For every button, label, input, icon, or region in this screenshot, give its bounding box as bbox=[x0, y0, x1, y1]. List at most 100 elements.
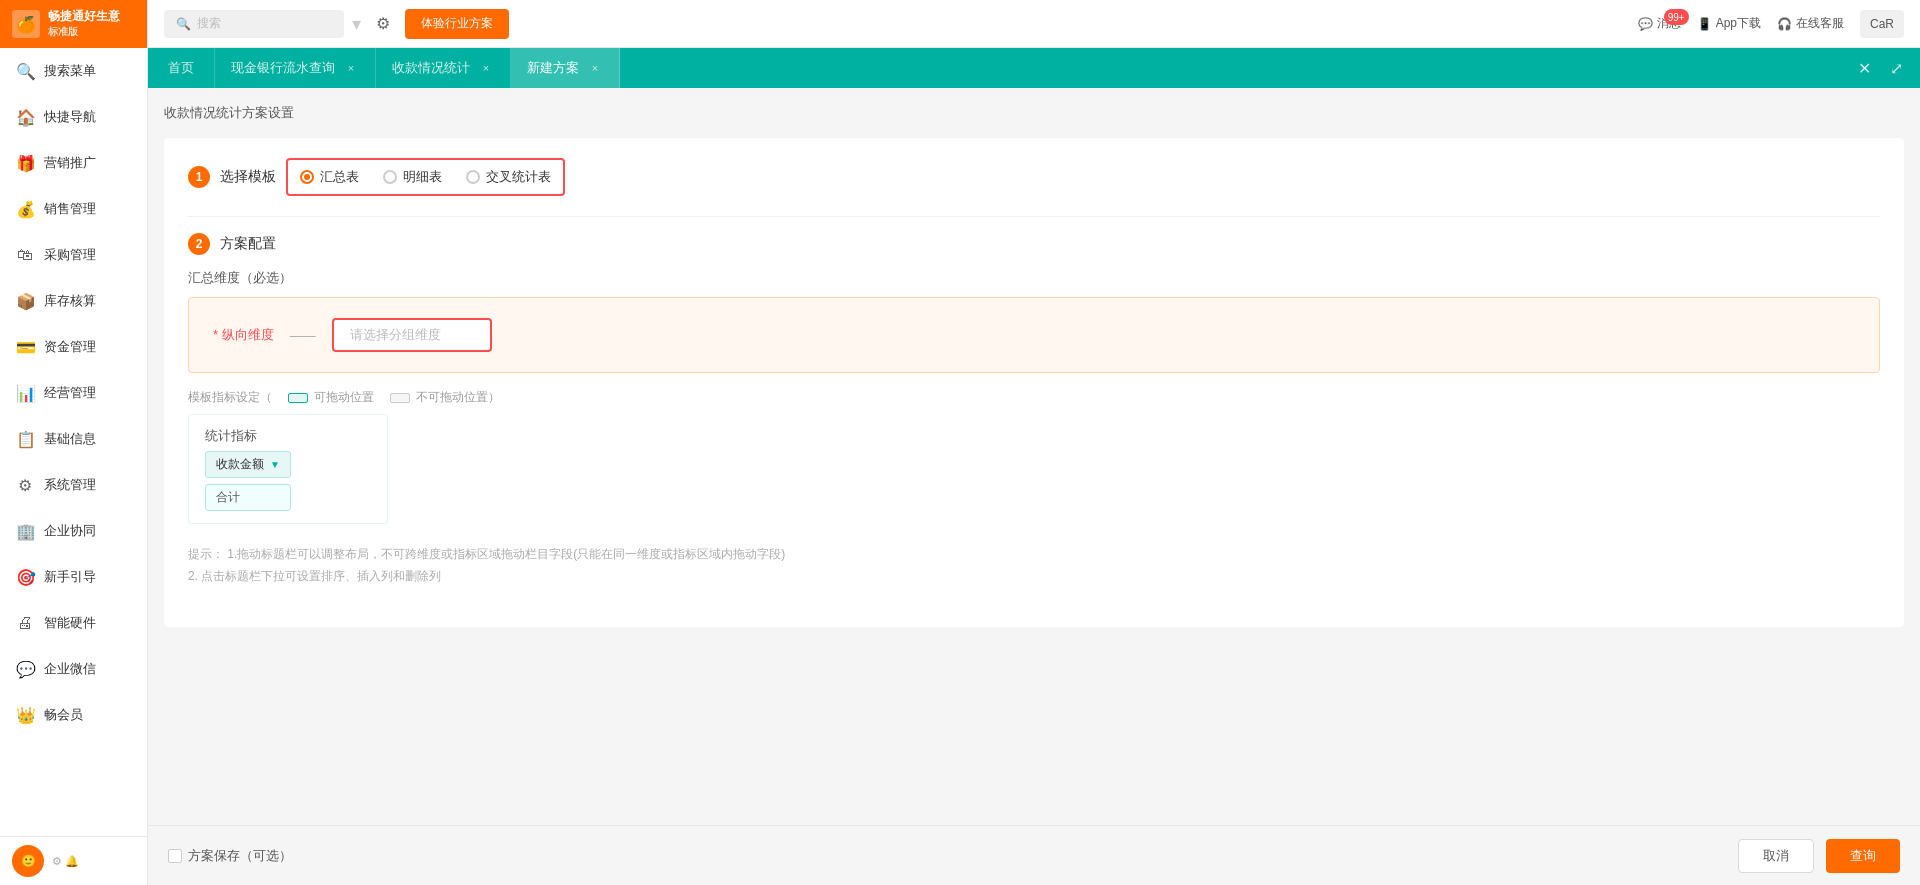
sidebar-item-member[interactable]: 👑 畅会员 bbox=[0, 692, 147, 738]
topbar-gear-icon[interactable]: ⚙ bbox=[369, 10, 397, 38]
notification-badge: 99+ bbox=[1664, 9, 1689, 25]
quick-nav-icon: 🏠 bbox=[16, 108, 34, 127]
dimension-select[interactable]: 请选择分组维度 bbox=[332, 318, 492, 352]
tab-collection-stat-close[interactable]: × bbox=[478, 60, 494, 76]
metrics-tag-amount[interactable]: 收款金额 ▼ bbox=[205, 451, 291, 478]
topbar: 🔍 搜索 ▾ ⚙ 体验行业方案 💬 消息 99+ 📱 App下载 🎧 在线客服 … bbox=[148, 0, 1920, 48]
tab-bank-flow-label: 现金银行流水查询 bbox=[231, 59, 335, 77]
metrics-items: 收款金额 ▼ 合计 bbox=[205, 451, 291, 511]
sidebar-item-label: 企业协同 bbox=[44, 522, 96, 540]
sidebar-item-marketing[interactable]: 🎁 营销推广 bbox=[0, 140, 147, 186]
sidebar-item-smart-hw[interactable]: 🖨 智能硬件 bbox=[0, 600, 147, 646]
save-checkbox-row[interactable]: 方案保存（可选） bbox=[168, 847, 292, 865]
member-icon: 👑 bbox=[16, 706, 34, 725]
industry-plan-button[interactable]: 体验行业方案 bbox=[405, 9, 509, 39]
dimension-title: 汇总维度（必选） bbox=[188, 269, 1880, 287]
sidebar-item-inventory[interactable]: 📦 库存核算 bbox=[0, 278, 147, 324]
stats-group-label: 统计指标 bbox=[205, 427, 371, 445]
close-window-button[interactable]: ✕ bbox=[1852, 56, 1876, 80]
radio-cross[interactable]: 交叉统计表 bbox=[466, 168, 551, 186]
page-title: 收款情况统计方案设置 bbox=[164, 104, 1904, 122]
dimension-arrow: —— bbox=[290, 328, 316, 343]
metrics-table: 统计指标 收款金额 ▼ 合计 bbox=[188, 414, 388, 524]
app-download-item[interactable]: 📱 App下载 bbox=[1697, 15, 1761, 32]
search-menu-icon: 🔍 bbox=[16, 62, 34, 81]
divider1 bbox=[188, 216, 1880, 217]
sales-icon: 💰 bbox=[16, 200, 34, 219]
sidebar-item-label: 销售管理 bbox=[44, 200, 96, 218]
sidebar-item-corp-wechat[interactable]: 💬 企业微信 bbox=[0, 646, 147, 692]
bottom-bar: 方案保存（可选） 取消 查询 bbox=[148, 825, 1920, 885]
online-support-item[interactable]: 🎧 在线客服 bbox=[1777, 15, 1844, 32]
sidebar-bottom: 🙂 ⚙ 🔔 bbox=[0, 836, 147, 885]
basic-info-icon: 📋 bbox=[16, 430, 34, 449]
sidebar-item-finance[interactable]: 💳 资金管理 bbox=[0, 324, 147, 370]
sidebar-item-label: 库存核算 bbox=[44, 292, 96, 310]
user-display[interactable]: CaR bbox=[1860, 10, 1904, 38]
step2-title: 方案配置 bbox=[220, 235, 276, 253]
step2-header: 2 方案配置 bbox=[188, 233, 1880, 255]
tab-new-plan-close[interactable]: × bbox=[587, 60, 603, 76]
sidebar-logo: 🍊 畅捷通好生意 标准版 bbox=[0, 0, 147, 48]
topbar-dropdown-icon[interactable]: ▾ bbox=[352, 13, 361, 35]
cancel-button[interactable]: 取消 bbox=[1738, 839, 1814, 873]
topbar-right: 💬 消息 99+ 📱 App下载 🎧 在线客服 CaR bbox=[1638, 10, 1904, 38]
draggable-label: 可拖动位置 bbox=[314, 389, 374, 406]
step1-title: 选择模板 bbox=[220, 168, 276, 186]
sidebar-item-label: 企业微信 bbox=[44, 660, 96, 678]
sidebar-item-label: 快捷导航 bbox=[44, 108, 96, 126]
topbar-search-placeholder: 搜索 bbox=[197, 15, 221, 32]
tabbar: 首页 现金银行流水查询 × 收款情况统计 × 新建方案 × ✕ ⤢ bbox=[148, 48, 1920, 88]
sidebar-item-quick-nav[interactable]: 🏠 快捷导航 bbox=[0, 94, 147, 140]
vertical-dimension-label: * 纵向维度 bbox=[213, 326, 274, 344]
expand-window-button[interactable]: ⤢ bbox=[1884, 56, 1908, 80]
metrics-dropdown-icon[interactable]: ▼ bbox=[270, 459, 280, 470]
corp-wechat-icon: 💬 bbox=[16, 660, 34, 679]
bottom-actions: 取消 查询 bbox=[1738, 839, 1900, 873]
sidebar-item-sales[interactable]: 💰 销售管理 bbox=[0, 186, 147, 232]
tab-home[interactable]: 首页 bbox=[148, 48, 215, 88]
topbar-search[interactable]: 🔍 搜索 bbox=[164, 10, 344, 38]
radio-summary-circle bbox=[300, 170, 314, 184]
sidebar-item-search-menu[interactable]: 🔍 搜索菜单 bbox=[0, 48, 147, 94]
purchase-icon: 🛍 bbox=[16, 246, 34, 264]
sidebar-item-corp-collab[interactable]: 🏢 企业协同 bbox=[0, 508, 147, 554]
sidebar-item-new-guide[interactable]: 🎯 新手引导 bbox=[0, 554, 147, 600]
tip-line-1: 提示： 1.拖动标题栏可以调整布局，不可跨维度或指标区域拖动栏目字段(只能在同一… bbox=[188, 544, 1880, 566]
save-checkbox[interactable] bbox=[168, 849, 182, 863]
radio-detail[interactable]: 明细表 bbox=[383, 168, 442, 186]
sidebar-item-label: 资金管理 bbox=[44, 338, 96, 356]
sidebar-item-label: 营销推广 bbox=[44, 154, 96, 172]
topbar-search-icon: 🔍 bbox=[176, 17, 191, 31]
metrics-section: 模板指标设定（ 可拖动位置 不可拖动位置） 统计指标 bbox=[188, 389, 1880, 524]
query-button[interactable]: 查询 bbox=[1826, 839, 1900, 873]
metrics-total: 合计 bbox=[205, 484, 291, 511]
tab-bank-flow[interactable]: 现金银行流水查询 × bbox=[215, 48, 376, 88]
sidebar-item-label: 系统管理 bbox=[44, 476, 96, 494]
step2-section: 2 方案配置 汇总维度（必选） * 纵向维度 —— 请选择分组维度 模板指标 bbox=[188, 233, 1880, 587]
sidebar-item-basic-info[interactable]: 📋 基础信息 bbox=[0, 416, 147, 462]
smart-hw-icon: 🖨 bbox=[16, 614, 34, 632]
radio-summary[interactable]: 汇总表 bbox=[300, 168, 359, 186]
operations-icon: 📊 bbox=[16, 384, 34, 403]
tab-home-label: 首页 bbox=[168, 59, 194, 77]
sidebar-item-label: 基础信息 bbox=[44, 430, 96, 448]
sidebar-bottom-icons: ⚙ 🔔 bbox=[52, 855, 79, 868]
dimension-row: * 纵向维度 —— 请选择分组维度 bbox=[213, 318, 1855, 352]
headset-icon: 🎧 bbox=[1777, 17, 1792, 31]
sidebar-item-operations[interactable]: 📊 经营管理 bbox=[0, 370, 147, 416]
tip-line-2: 2. 点击标题栏下拉可设置排序、插入列和删除列 bbox=[188, 566, 1880, 588]
tabbar-actions: ✕ ⤢ bbox=[1840, 48, 1920, 88]
step1-section: 1 选择模板 汇总表 明细表 交叉统计表 bbox=[188, 158, 1880, 196]
sidebar-item-label: 畅会员 bbox=[44, 706, 83, 724]
finance-icon: 💳 bbox=[16, 338, 34, 357]
radio-cross-label: 交叉统计表 bbox=[486, 168, 551, 186]
notification-item[interactable]: 💬 消息 99+ bbox=[1638, 15, 1681, 32]
sidebar-item-system[interactable]: ⚙ 系统管理 bbox=[0, 462, 147, 508]
non-draggable-indicator bbox=[390, 393, 410, 403]
tab-bank-flow-close[interactable]: × bbox=[343, 60, 359, 76]
tab-new-plan[interactable]: 新建方案 × bbox=[511, 48, 620, 88]
tab-collection-stat[interactable]: 收款情况统计 × bbox=[376, 48, 511, 88]
new-guide-icon: 🎯 bbox=[16, 568, 34, 587]
sidebar-item-purchase[interactable]: 🛍 采购管理 bbox=[0, 232, 147, 278]
